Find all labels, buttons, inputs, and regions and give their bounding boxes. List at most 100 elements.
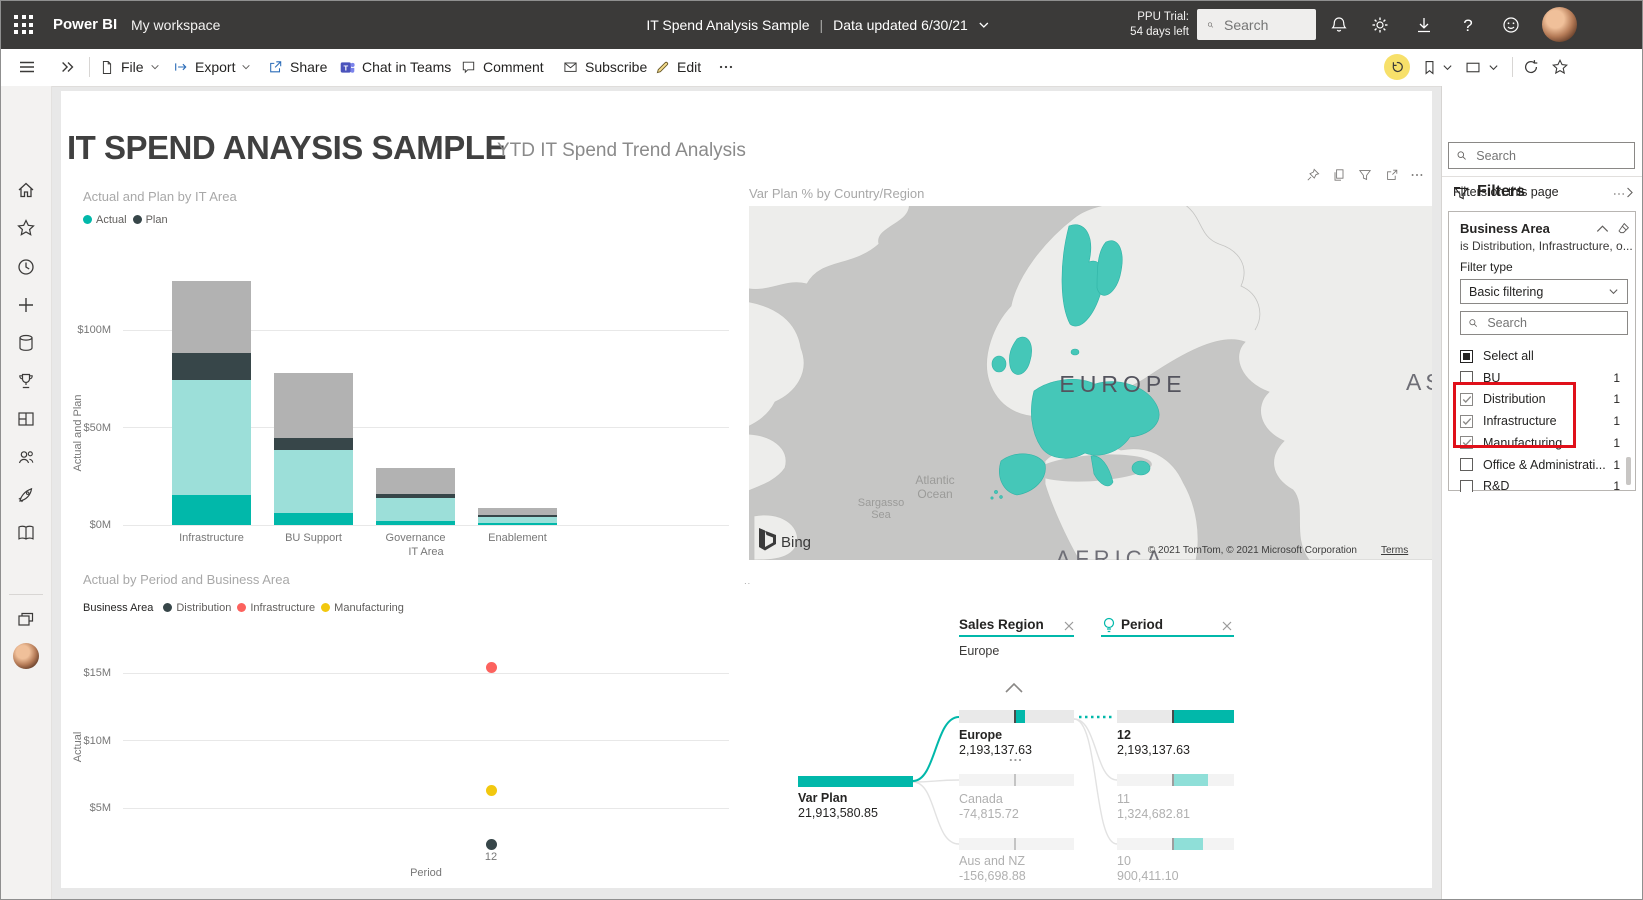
filter-checkbox-indeterminate[interactable] — [1460, 350, 1473, 363]
tree-node-bar-11[interactable] — [1117, 774, 1234, 786]
hide-nav-hamburger-icon[interactable] — [17, 49, 37, 85]
tree-node-label[interactable]: 10 — [1117, 854, 1131, 868]
filter-checkbox-checked[interactable] — [1460, 436, 1473, 449]
refresh-button[interactable] — [1522, 49, 1540, 85]
filter-checkbox-unchecked[interactable] — [1460, 480, 1473, 492]
filters-section-more-icon[interactable] — [1612, 189, 1626, 199]
legend-item[interactable]: Actual — [83, 214, 127, 226]
favorite-star-icon[interactable] — [1551, 49, 1569, 85]
share-button[interactable]: Share — [267, 49, 327, 85]
bar-segment-plan--other-[interactable] — [478, 508, 557, 515]
feedback-smiley-icon[interactable] — [1501, 15, 1521, 35]
tree-node-bar-12[interactable] — [1117, 710, 1234, 723]
legend-item[interactable]: Distribution — [163, 602, 231, 614]
filter-value-label[interactable]: Distribution — [1483, 392, 1606, 406]
workspace-name[interactable]: My workspace — [131, 1, 220, 49]
notifications-bell-icon[interactable] — [1329, 15, 1349, 35]
bar-segment-actual--selected-[interactable] — [172, 495, 251, 525]
focus-mode-icon[interactable] — [1384, 167, 1400, 183]
download-icon[interactable] — [1414, 15, 1434, 35]
report-title-group[interactable]: IT Spend Analysis Sample | Data updated … — [646, 1, 989, 49]
bar-segment-actual--other-[interactable] — [172, 380, 251, 495]
legend-item[interactable]: Plan — [133, 214, 168, 226]
bar-segment-plan--selected-[interactable] — [172, 353, 251, 380]
tree-more-nodes-ellipsis[interactable]: ... — [1009, 749, 1023, 764]
recent-clock-icon[interactable] — [16, 257, 36, 277]
tree-node-bar-europe[interactable] — [959, 710, 1074, 723]
filter-checkbox-checked[interactable] — [1460, 393, 1473, 406]
bar-segment-plan--selected-[interactable] — [478, 515, 557, 517]
workspace-avatar[interactable] — [13, 643, 39, 669]
more-options-icon[interactable] — [717, 49, 735, 85]
filter-list-scrollbar[interactable] — [1626, 457, 1631, 485]
filter-checkbox-unchecked[interactable] — [1460, 371, 1473, 384]
bar-segment-actual--other-[interactable] — [274, 450, 353, 513]
legend-item[interactable]: Infrastructure — [237, 602, 315, 614]
chevron-down-icon[interactable] — [978, 19, 990, 31]
waffle-menu-icon[interactable] — [14, 15, 34, 35]
chat-in-teams-button[interactable]: T Chat in Teams — [339, 49, 451, 85]
tree-node-bar-10[interactable] — [1117, 838, 1234, 850]
filters-search-box[interactable] — [1448, 142, 1635, 169]
workspaces-icon[interactable] — [16, 609, 36, 629]
goals-trophy-icon[interactable] — [16, 371, 36, 391]
map-terms-link[interactable]: Terms — [1381, 545, 1408, 556]
bar-segment-plan--other-[interactable] — [376, 468, 455, 494]
bookmarks-button[interactable] — [1421, 49, 1438, 85]
global-search-input[interactable] — [1222, 16, 1306, 34]
help-icon[interactable]: ? — [1458, 15, 1478, 35]
tree-node-bar-ausnz[interactable] — [959, 838, 1074, 850]
scatter-point-infrastructure[interactable] — [486, 662, 497, 673]
global-search-box[interactable] — [1197, 9, 1316, 40]
deployment-rocket-icon[interactable] — [16, 485, 36, 505]
powerbi-brand[interactable]: Power BI — [53, 1, 117, 49]
expand-pages-icon[interactable] — [59, 49, 77, 85]
datasets-cylinder-icon[interactable] — [16, 333, 36, 353]
bar-segment-actual--other-[interactable] — [376, 498, 455, 521]
shared-with-me-people-icon[interactable] — [16, 447, 36, 467]
subscribe-button[interactable]: Subscribe — [562, 49, 647, 85]
pin-visual-icon[interactable] — [1305, 167, 1321, 183]
user-avatar[interactable] — [1542, 7, 1577, 42]
create-plus-icon[interactable] — [16, 295, 36, 315]
filter-checkbox-unchecked[interactable] — [1460, 458, 1473, 471]
bar-segment-actual--selected-[interactable] — [274, 513, 353, 525]
bar-segment-plan--other-[interactable] — [274, 373, 353, 438]
legend-item[interactable]: Manufacturing — [321, 602, 404, 614]
tree-node-label[interactable]: Aus and NZ — [959, 854, 1025, 868]
view-mode-button[interactable] — [1464, 49, 1482, 85]
filter-value-label[interactable]: Infrastructure — [1483, 414, 1606, 428]
filter-value-label[interactable]: R&D — [1483, 479, 1606, 492]
tree-node-bar-canada[interactable] — [959, 774, 1074, 786]
copy-visual-icon[interactable] — [1331, 167, 1347, 183]
bar-segment-plan--selected-[interactable] — [376, 494, 455, 498]
apps-grid-icon[interactable] — [16, 409, 36, 429]
tree-root-label[interactable]: Var Plan — [798, 791, 847, 805]
tree-node-bar-root[interactable] — [798, 776, 913, 787]
filters-visual-icon[interactable] — [1357, 167, 1373, 183]
more-options-visual-icon[interactable] — [1409, 167, 1425, 183]
tree-node-label[interactable]: 11 — [1117, 792, 1130, 806]
filter-checkbox-checked[interactable] — [1460, 415, 1473, 428]
map-visual[interactable]: EUROPE AS AFRICA Atlantic Ocean Sargasso… — [749, 206, 1432, 560]
filter-value-label[interactable]: Manufacturing — [1483, 436, 1606, 450]
tree-node-label[interactable]: Europe — [959, 728, 1002, 742]
scatter-point-distribution[interactable] — [486, 839, 497, 850]
bar-segment-actual--selected-[interactable] — [478, 523, 557, 525]
favorites-star-icon[interactable] — [16, 218, 36, 238]
bar-segment-actual--selected-[interactable] — [376, 521, 455, 525]
bookmarks-chevron-icon[interactable] — [1442, 49, 1453, 85]
filter-value-label[interactable]: BU — [1483, 371, 1606, 385]
filter-value-label[interactable]: Select all — [1483, 349, 1606, 363]
file-menu[interactable]: File — [99, 49, 160, 85]
bar-segment-plan--selected-[interactable] — [274, 438, 353, 450]
bar-segment-plan--other-[interactable] — [172, 281, 251, 353]
reset-to-default-highlighted[interactable] — [1384, 54, 1410, 80]
tree-node-label[interactable]: Canada — [959, 792, 1003, 806]
edit-button[interactable]: Edit — [654, 49, 701, 85]
filters-search-input[interactable] — [1474, 148, 1627, 164]
tree-node-label[interactable]: 12 — [1117, 728, 1131, 742]
learn-book-icon[interactable] — [16, 523, 36, 543]
home-icon[interactable] — [16, 180, 36, 200]
view-mode-chevron-icon[interactable] — [1488, 49, 1499, 85]
